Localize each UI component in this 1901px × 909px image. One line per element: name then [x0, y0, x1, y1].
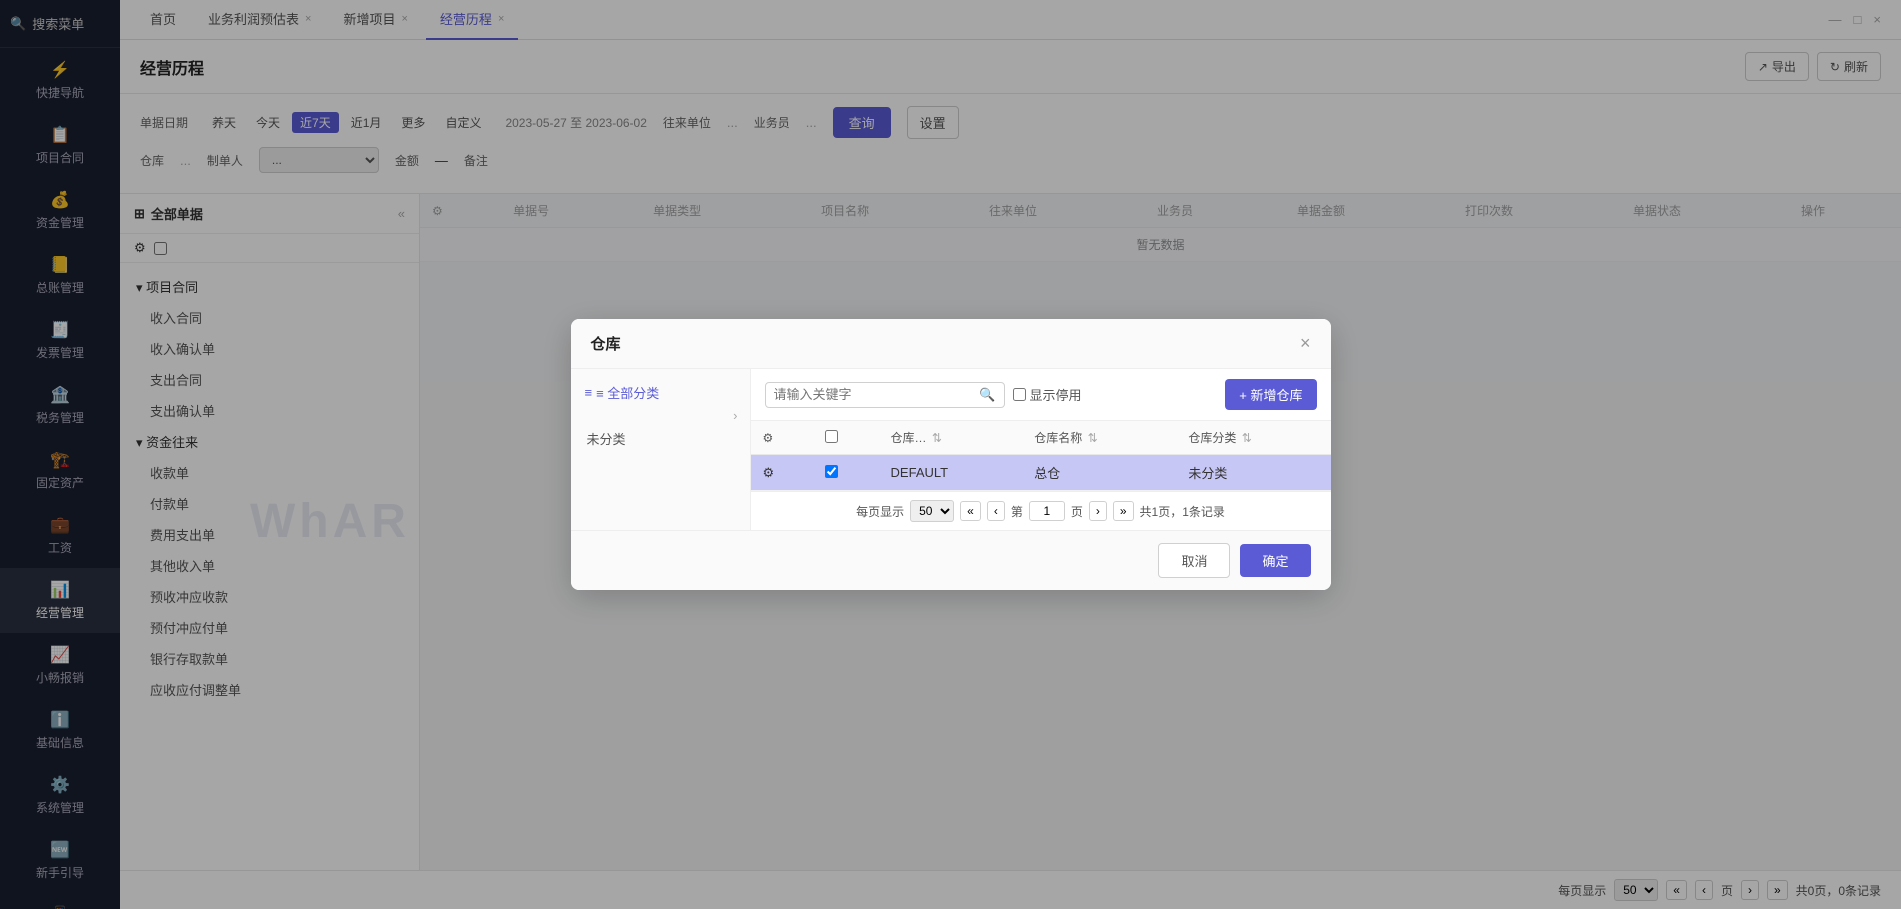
dialog-close-button[interactable]: ×	[1300, 333, 1311, 354]
col-check[interactable]	[813, 421, 878, 455]
row-category: 未分类	[1176, 455, 1330, 491]
sort-category-icon[interactable]: ⇅	[1242, 431, 1252, 445]
dialog-header: 仓库 ×	[571, 319, 1331, 369]
search-icon: 🔍	[979, 387, 995, 403]
sort-code-icon[interactable]: ⇅	[932, 431, 942, 445]
cancel-button[interactable]: 取消	[1158, 543, 1230, 578]
add-warehouse-label: + 新增仓库	[1239, 385, 1302, 404]
dialog-table-wrap: ⚙ 仓库… ⇅ 仓库名称 ⇅	[751, 421, 1331, 491]
col-name-label: 仓库名称	[1034, 431, 1082, 445]
col-name[interactable]: 仓库名称 ⇅	[1022, 421, 1176, 455]
confirm-button[interactable]: 确定	[1240, 544, 1310, 577]
table-row[interactable]: ⚙ DEFAULT 总仓 未分类	[751, 455, 1331, 491]
sort-name-icon[interactable]: ⇅	[1088, 431, 1098, 445]
show-disabled-checkbox[interactable]	[1013, 388, 1026, 401]
show-disabled-checkbox-label[interactable]: 显示停用	[1013, 385, 1082, 404]
row-select[interactable]	[825, 465, 838, 478]
search-input-wrap: 🔍	[765, 382, 1005, 408]
dialog-body: ≡ ≡ 全部分类 › 未分类 🔍	[571, 369, 1331, 530]
col-category-label: 仓库分类	[1188, 431, 1236, 445]
per-page-label: 每页显示	[856, 503, 904, 520]
col-code[interactable]: 仓库… ⇅	[879, 421, 1023, 455]
warehouse-search-input[interactable]	[774, 387, 974, 402]
col-code-label: 仓库…	[891, 431, 927, 445]
dialog-last-btn[interactable]: »	[1113, 501, 1134, 521]
dialog-first-btn[interactable]: «	[960, 501, 981, 521]
table-select-all[interactable]	[825, 430, 838, 443]
unclassified-item[interactable]: 未分类	[571, 423, 750, 454]
all-categories-item[interactable]: ≡ ≡ 全部分类	[571, 377, 750, 408]
dialog-categories: ≡ ≡ 全部分类 › 未分类	[571, 369, 751, 530]
add-warehouse-button[interactable]: + 新增仓库	[1225, 379, 1316, 410]
row-checkbox[interactable]	[813, 455, 878, 491]
dialog-collapse-btn[interactable]: ›	[725, 408, 745, 423]
row-gear[interactable]: ⚙	[751, 455, 814, 491]
row-code: DEFAULT	[879, 455, 1023, 491]
col-gear[interactable]: ⚙	[751, 421, 814, 455]
dialog-per-page-select[interactable]: 50	[910, 500, 954, 522]
dialog-overlay[interactable]: 仓库 × ≡ ≡ 全部分类 › 未分类	[0, 0, 1901, 909]
dialog-title: 仓库	[591, 333, 621, 354]
dialog-action-footer: 取消 确定	[571, 530, 1331, 590]
dialog-right-panel: 🔍 显示停用 + 新增仓库 ⚙	[751, 369, 1331, 530]
col-category[interactable]: 仓库分类 ⇅	[1176, 421, 1330, 455]
dialog-next-btn[interactable]: ›	[1089, 501, 1107, 521]
warehouse-dialog: 仓库 × ≡ ≡ 全部分类 › 未分类	[571, 319, 1331, 590]
dialog-page-suffix: 页	[1071, 503, 1083, 520]
dialog-pagination: 每页显示 50 « ‹ 第 页 › » 共1页，1条记录	[751, 491, 1331, 530]
dialog-total-label: 共1页，1条记录	[1140, 503, 1225, 520]
warehouse-table: ⚙ 仓库… ⇅ 仓库名称 ⇅	[751, 421, 1331, 491]
dialog-toolbar: 🔍 显示停用 + 新增仓库	[751, 369, 1331, 421]
dialog-prev-btn[interactable]: ‹	[987, 501, 1005, 521]
row-name: 总仓	[1022, 455, 1176, 491]
dialog-page-label: 第	[1011, 503, 1023, 520]
grid-icon: ≡	[585, 385, 593, 400]
unclassified-label: 未分类	[587, 432, 626, 447]
show-disabled-label: 显示停用	[1030, 385, 1082, 404]
dialog-page-input[interactable]	[1029, 501, 1065, 521]
all-categories-label: ≡ 全部分类	[596, 383, 659, 402]
